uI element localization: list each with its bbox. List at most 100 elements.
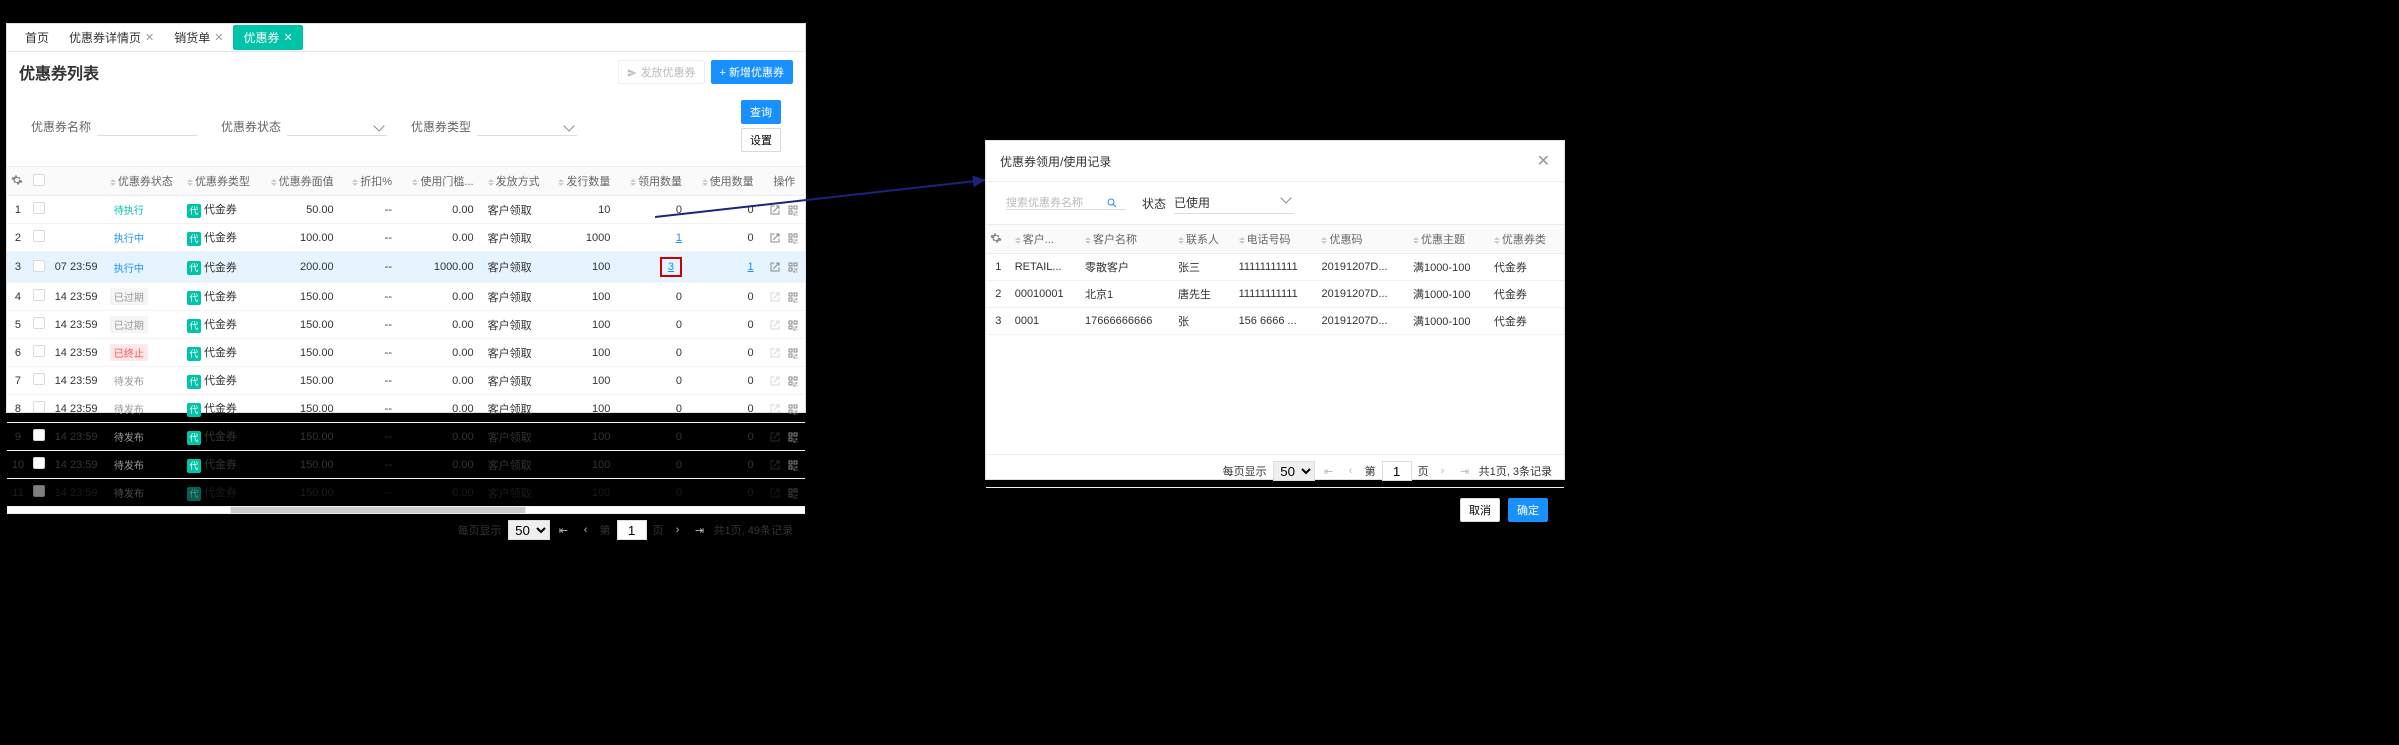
take-count[interactable]: 0: [620, 451, 692, 479]
tab-0[interactable]: 首页: [15, 25, 59, 50]
row-checkbox[interactable]: [33, 202, 45, 214]
sort-icon[interactable]: [271, 179, 277, 186]
tab-3[interactable]: 优惠券✕: [233, 25, 302, 50]
column-header[interactable]: 电话号码: [1235, 225, 1318, 254]
qrcode-icon[interactable]: [787, 232, 799, 244]
filter-type-select[interactable]: [477, 116, 577, 136]
sort-icon[interactable]: [352, 179, 358, 186]
column-header[interactable]: [51, 167, 106, 196]
qrcode-icon[interactable]: [787, 347, 799, 359]
column-header[interactable]: 折扣%: [344, 167, 402, 196]
table-row[interactable]: 1 RETAIL... 零散客户 张三 11111111111 20191207…: [986, 254, 1564, 281]
column-header[interactable]: 领用数量: [620, 167, 692, 196]
qrcode-icon[interactable]: [787, 319, 799, 331]
column-header[interactable]: 优惠券类型: [183, 167, 260, 196]
next-page-button[interactable]: ›: [670, 522, 686, 538]
table-row[interactable]: 2 00010001 北京1 唐先生 11111111111 20191207D…: [986, 281, 1564, 308]
qrcode-icon[interactable]: [787, 459, 799, 471]
column-header[interactable]: 客户名称: [1081, 225, 1174, 254]
row-checkbox[interactable]: [33, 230, 45, 242]
table-row[interactable]: 3 07 23:59 执行中 代代金券 200.00 -- 1000.00 客户…: [7, 252, 805, 283]
cancel-button[interactable]: 取消: [1460, 498, 1500, 522]
qrcode-icon[interactable]: [787, 204, 799, 216]
column-header[interactable]: 发放方式: [484, 167, 549, 196]
use-count[interactable]: 0: [692, 367, 764, 395]
sort-icon[interactable]: [1085, 237, 1091, 244]
qrcode-icon[interactable]: [787, 375, 799, 387]
tab-2[interactable]: 销货单✕: [164, 25, 233, 50]
column-header[interactable]: 发行数量: [549, 167, 621, 196]
close-icon[interactable]: ✕: [284, 31, 293, 44]
take-count[interactable]: 1: [620, 224, 692, 252]
use-count[interactable]: 0: [692, 311, 764, 339]
row-checkbox[interactable]: [33, 429, 45, 441]
use-count[interactable]: 0: [692, 395, 764, 423]
row-checkbox[interactable]: [33, 457, 45, 469]
row-checkbox[interactable]: [33, 401, 45, 413]
sort-icon[interactable]: [1178, 237, 1184, 244]
column-header[interactable]: 操作: [764, 167, 805, 196]
table-row[interactable]: 2 执行中 代代金券 100.00 -- 0.00 客户领取 1000 1 0: [7, 224, 805, 252]
take-count[interactable]: 0: [620, 339, 692, 367]
take-count[interactable]: 0: [620, 395, 692, 423]
column-header[interactable]: [986, 225, 1011, 254]
sort-icon[interactable]: [1321, 237, 1327, 244]
table-row[interactable]: 8 14 23:59 待发布 代代金券 150.00 -- 0.00 客户领取 …: [7, 395, 805, 423]
row-checkbox[interactable]: [33, 345, 45, 357]
column-header[interactable]: 使用门槛...: [402, 167, 484, 196]
close-icon[interactable]: ✕: [214, 31, 223, 44]
settings-button[interactable]: 设置: [741, 128, 781, 152]
take-count[interactable]: 3: [620, 252, 692, 283]
column-header[interactable]: 优惠券状态: [106, 167, 183, 196]
tab-1[interactable]: 优惠券详情页✕: [59, 25, 164, 50]
column-header[interactable]: [29, 167, 51, 196]
use-count[interactable]: 0: [692, 224, 764, 252]
select-all-checkbox[interactable]: [33, 174, 45, 186]
table-row[interactable]: 10 14 23:59 待发布 代代金券 150.00 -- 0.00 客户领取…: [7, 451, 805, 479]
column-header[interactable]: 优惠码: [1317, 225, 1408, 254]
table-row[interactable]: 6 14 23:59 已终止 代代金券 150.00 -- 0.00 客户领取 …: [7, 339, 805, 367]
per-page-select[interactable]: 50: [508, 520, 550, 540]
sort-icon[interactable]: [1413, 237, 1419, 244]
use-count[interactable]: 0: [692, 423, 764, 451]
column-header[interactable]: 优惠券类: [1490, 225, 1564, 254]
use-count[interactable]: 1: [692, 252, 764, 283]
qrcode-icon[interactable]: [787, 487, 799, 499]
sort-icon[interactable]: [630, 179, 636, 186]
first-page-button[interactable]: ⇤: [556, 522, 572, 538]
row-checkbox[interactable]: [33, 373, 45, 385]
use-count[interactable]: 0: [692, 479, 764, 507]
open-icon[interactable]: [769, 204, 781, 216]
close-icon[interactable]: ✕: [1537, 151, 1550, 171]
column-header[interactable]: 联系人: [1174, 225, 1235, 254]
ok-button[interactable]: 确定: [1508, 498, 1548, 522]
take-count[interactable]: 0: [620, 283, 692, 311]
qrcode-icon[interactable]: [787, 431, 799, 443]
column-header[interactable]: 使用数量: [692, 167, 764, 196]
gear-icon[interactable]: [990, 232, 1002, 244]
sort-icon[interactable]: [1015, 237, 1021, 244]
take-count[interactable]: 0: [620, 311, 692, 339]
modal-page-input[interactable]: [1382, 461, 1412, 481]
close-icon[interactable]: ✕: [145, 31, 154, 44]
column-header[interactable]: 优惠券面值: [260, 167, 344, 196]
use-count[interactable]: 0: [692, 283, 764, 311]
search-input[interactable]: [1006, 197, 1106, 209]
sort-icon[interactable]: [1494, 237, 1500, 244]
use-count[interactable]: 0: [692, 339, 764, 367]
prev-page-button[interactable]: ‹: [1343, 463, 1359, 479]
search-input-wrap[interactable]: [1006, 197, 1126, 210]
table-row[interactable]: 1 待执行 代代金券 50.00 -- 0.00 客户领取 10 0 0: [7, 196, 805, 224]
row-checkbox[interactable]: [33, 260, 45, 272]
sort-icon[interactable]: [110, 179, 116, 186]
table-row[interactable]: 7 14 23:59 待发布 代代金券 150.00 -- 0.00 客户领取 …: [7, 367, 805, 395]
modal-per-page-select[interactable]: 50: [1273, 461, 1315, 481]
qrcode-icon[interactable]: [787, 403, 799, 415]
use-count[interactable]: 0: [692, 451, 764, 479]
modal-status-select[interactable]: 已使用: [1174, 192, 1294, 214]
table-row[interactable]: 5 14 23:59 已过期 代代金券 150.00 -- 0.00 客户领取 …: [7, 311, 805, 339]
last-page-button[interactable]: ⇥: [1457, 463, 1473, 479]
sort-icon[interactable]: [412, 179, 418, 186]
table-row[interactable]: 3 0001 17666666666 张 156 6666 ... 201912…: [986, 308, 1564, 335]
page-input[interactable]: [617, 520, 647, 540]
